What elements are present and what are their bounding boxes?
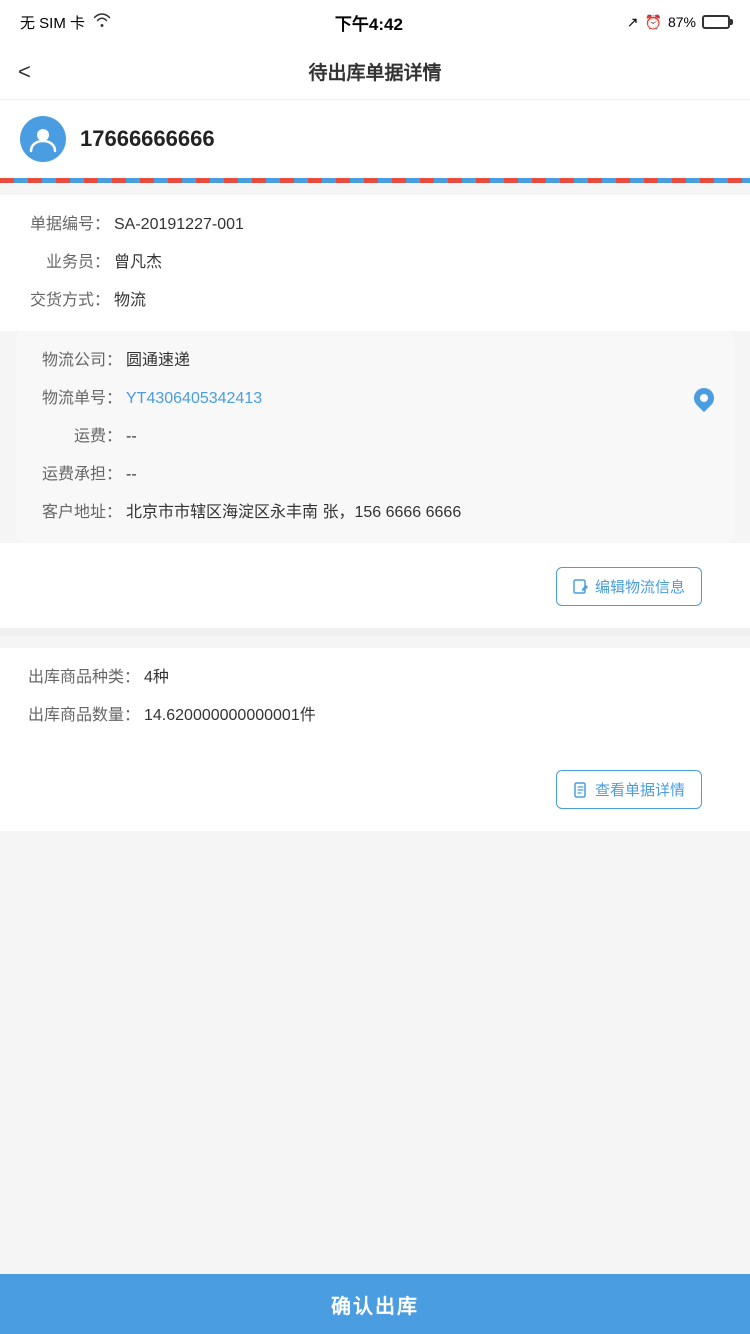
wifi-icon <box>93 13 111 31</box>
tracking-value: YT4306405342413 <box>126 387 686 411</box>
document-icon <box>573 782 589 798</box>
location-icon[interactable] <box>690 384 718 412</box>
product-quantity-row: 出库商品数量： 14.620000000000001件 <box>24 704 726 728</box>
freight-value: -- <box>126 425 714 449</box>
dashed-divider <box>0 178 750 183</box>
view-details-section: 查看单据详情 <box>0 746 750 831</box>
order-info-section: 单据编号： SA-20191227-001 业务员： 曾凡杰 交货方式： 物流 <box>0 195 750 331</box>
confirm-button-label: 确认出库 <box>331 1290 419 1319</box>
freight-bearer-row: 运费承担： -- <box>36 463 714 487</box>
product-quantity-value: 14.620000000000001件 <box>144 704 726 728</box>
freight-row: 运费： -- <box>36 425 714 449</box>
edit-section: 编辑物流信息 <box>0 543 750 628</box>
product-types-value: 4种 <box>144 666 726 690</box>
customer-header: 17666666666 <box>0 100 750 178</box>
status-bar: 无 SIM 卡 下午4:42 ↗ ⏰ 87% <box>0 0 750 44</box>
battery-percent: 87% <box>668 14 696 30</box>
outbound-info-section: 出库商品种类： 4种 出库商品数量： 14.620000000000001件 <box>0 648 750 746</box>
freight-bearer-label: 运费承担： <box>36 463 126 487</box>
address-row: 客户地址： 北京市市辖区海淀区永丰南 张，156 6666 6666 <box>36 501 714 525</box>
freight-label: 运费： <box>36 425 126 449</box>
sales-person-value: 曾凡杰 <box>114 251 726 275</box>
logistics-card: 物流公司： 圆通速递 物流单号： YT4306405342413 运费： -- … <box>16 331 734 543</box>
bottom-spacer <box>0 831 750 911</box>
customer-phone: 17666666666 <box>80 126 215 152</box>
order-number-row: 单据编号： SA-20191227-001 <box>24 213 726 237</box>
status-time: 下午4:42 <box>335 10 403 35</box>
edit-logistics-button[interactable]: 编辑物流信息 <box>556 567 702 606</box>
product-types-row: 出库商品种类： 4种 <box>24 666 726 690</box>
alarm-icon: ⏰ <box>645 14 662 31</box>
order-number-value: SA-20191227-001 <box>114 213 726 237</box>
sales-person-row: 业务员： 曾凡杰 <box>24 251 726 275</box>
delivery-method-value: 物流 <box>114 289 726 313</box>
location-status-icon: ↗ <box>627 14 639 31</box>
freight-bearer-value: -- <box>126 463 714 487</box>
address-label: 客户地址： <box>36 501 126 525</box>
delivery-method-label: 交货方式： <box>24 289 114 313</box>
status-right: ↗ ⏰ 87% <box>627 14 730 31</box>
product-quantity-label: 出库商品数量： <box>24 704 144 728</box>
battery-icon <box>702 15 730 29</box>
logistics-company-row: 物流公司： 圆通速递 <box>36 349 714 373</box>
confirm-outbound-button[interactable]: 确认出库 <box>0 1274 750 1334</box>
view-details-label: 查看单据详情 <box>595 779 685 800</box>
edit-logistics-label: 编辑物流信息 <box>595 576 685 597</box>
logistics-company-value: 圆通速递 <box>126 349 714 373</box>
section-divider <box>0 628 750 636</box>
page-title: 待出库单据详情 <box>308 58 441 85</box>
tracking-number-row: 物流单号： YT4306405342413 <box>36 387 714 411</box>
status-left: 无 SIM 卡 <box>20 12 111 33</box>
edit-icon <box>573 579 589 595</box>
back-button[interactable]: < <box>18 59 31 85</box>
view-details-button[interactable]: 查看单据详情 <box>556 770 702 809</box>
nav-bar: < 待出库单据详情 <box>0 44 750 100</box>
logistics-company-label: 物流公司： <box>36 349 126 373</box>
delivery-method-row: 交货方式： 物流 <box>24 289 726 313</box>
order-number-label: 单据编号： <box>24 213 114 237</box>
sales-person-label: 业务员： <box>24 251 114 275</box>
tracking-label: 物流单号： <box>36 387 126 411</box>
avatar <box>20 116 66 162</box>
carrier-text: 无 SIM 卡 <box>20 12 85 33</box>
address-value: 北京市市辖区海淀区永丰南 张，156 6666 6666 <box>126 501 714 525</box>
product-types-label: 出库商品种类： <box>24 666 144 690</box>
